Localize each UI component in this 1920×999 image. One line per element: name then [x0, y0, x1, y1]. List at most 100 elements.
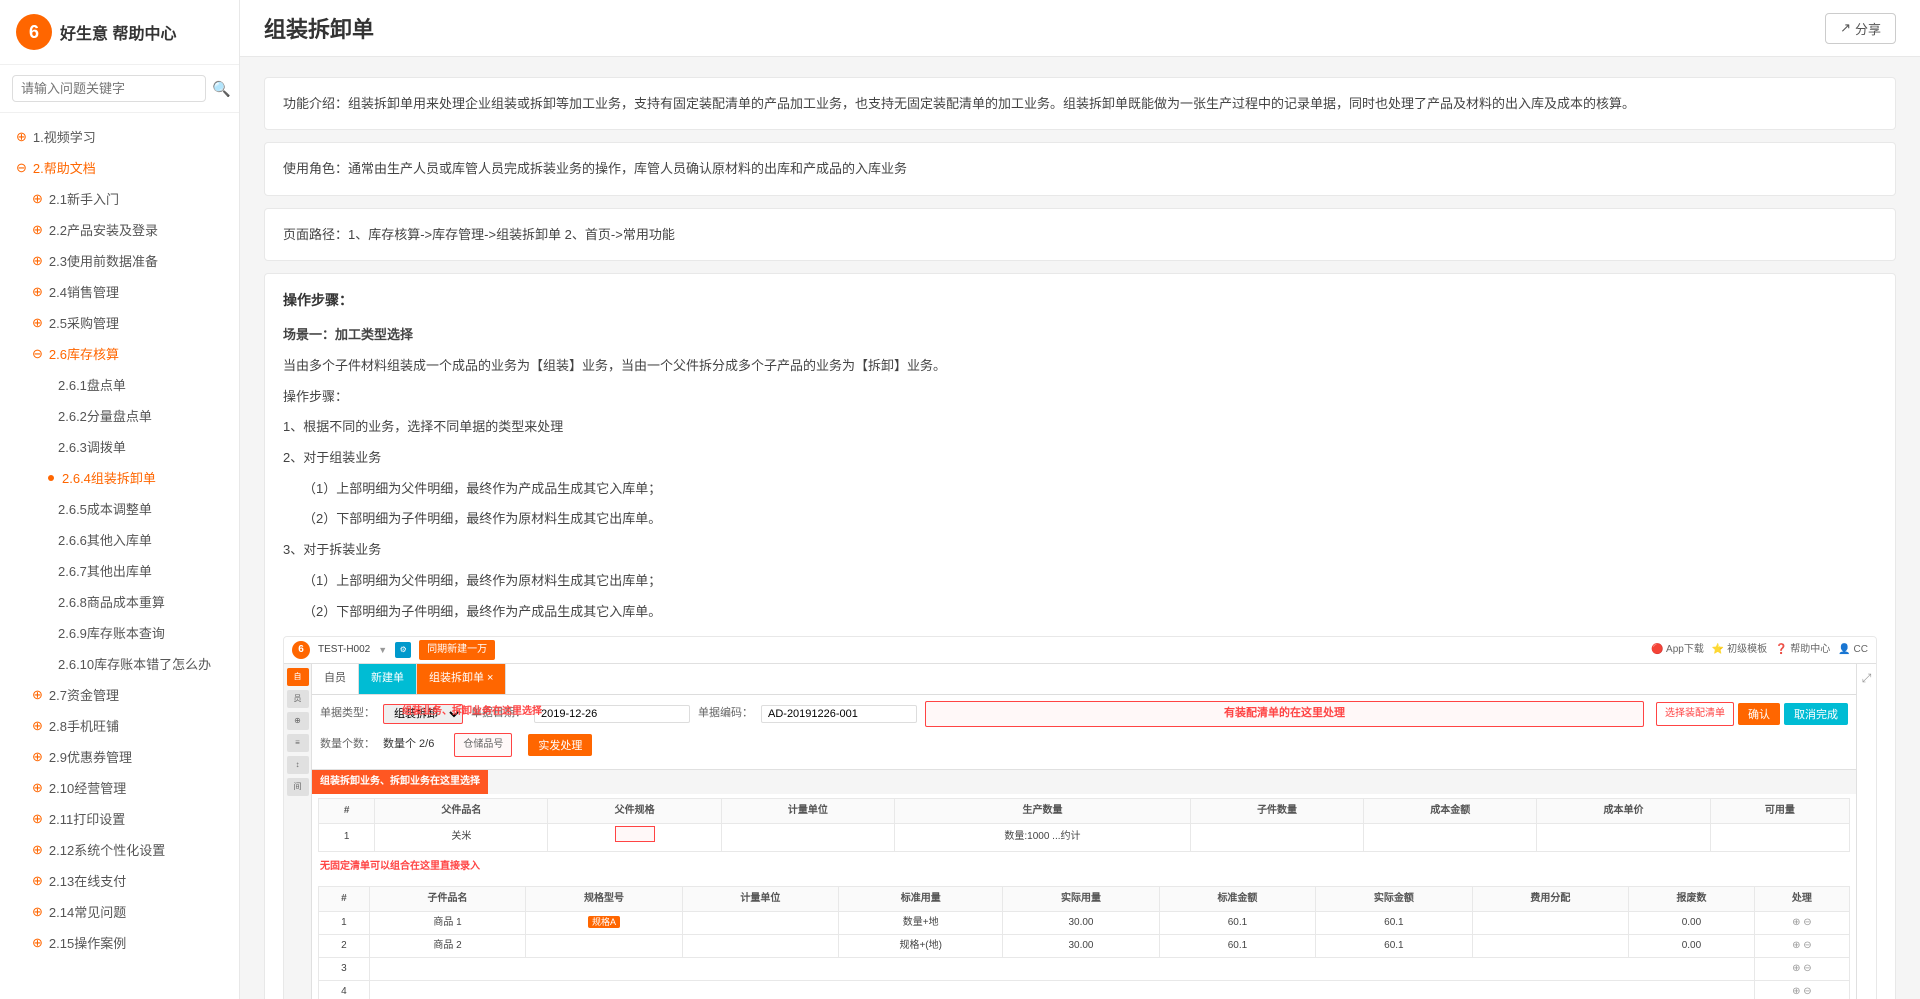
mock-th2-stdamt: 标准金额 — [1159, 886, 1315, 911]
mock-apply-btn[interactable]: 实发处理 — [528, 734, 592, 756]
sidebar-item-cost_adj[interactable]: 2.6.5成本调整单 — [0, 493, 239, 524]
mock-right-panel: ⤢ — [1856, 664, 1876, 999]
nav-minus-icon: ⊖ — [32, 346, 43, 362]
nav-label: 2.6.10库存账本错了怎么办 — [58, 654, 211, 673]
mock-row-ops4: ⊕ ⊖ — [1792, 986, 1812, 997]
mock-form-row2: 数量个数： 数量个 2/6 仓储品号 实发处理 — [320, 733, 1848, 757]
sidebar-item-adjustment[interactable]: 2.6.3调拨单 — [0, 431, 239, 462]
mock-form-area: 单据类型： 组装拆卸 单据日期： 单据编码： 有装配清单的在这里处理 — [312, 695, 1856, 770]
step1: 1、根据不同的业务，选择不同单据的类型来处理 — [283, 415, 1877, 440]
screenshot: 6 TEST-H002 ▼ ⚙ 同期新建一万 🔴 App下载 ⭐ 初级模板 ❓ … — [283, 636, 1877, 999]
mock-th2-act: 实际用量 — [1003, 886, 1159, 911]
mock-process-badge: 组装拆卸业务、拆卸业务在这里选择 — [312, 770, 488, 794]
nav-label: 2.6.1盘点单 — [58, 375, 126, 394]
search-input[interactable] — [12, 75, 206, 102]
mock-icon-2: 员 — [287, 690, 309, 708]
sidebar-item-other_out[interactable]: 2.6.7其他出库单 — [0, 555, 239, 586]
sidebar-item-print[interactable]: ⊕2.11打印设置 — [0, 803, 239, 834]
mock-th-sub: 子件数量 — [1190, 798, 1363, 823]
mock-wh-label: 仓储品号 — [463, 739, 503, 750]
mock-th-pspec: 父件规格 — [548, 798, 721, 823]
sidebar-item-mobile[interactable]: ⊕2.8手机旺铺 — [0, 710, 239, 741]
mock-type-label: 单据类型： — [320, 704, 375, 724]
sidebar-item-stock_error[interactable]: 2.6.10库存账本错了怎么办 — [0, 648, 239, 679]
sidebar-item-faq[interactable]: ⊕2.14常见问题 — [0, 896, 239, 927]
mock-tab-new[interactable]: 新建单 — [359, 664, 417, 694]
sidebar-item-other_in[interactable]: 2.6.6其他入库单 — [0, 524, 239, 555]
mock-th2-actamt: 实际金额 — [1316, 886, 1472, 911]
mock-confirm-btn[interactable]: 确认 — [1738, 703, 1780, 725]
step3-2: （2）下部明细为子件明细，最终作为产成品生成其它入库单。 — [283, 600, 1877, 625]
mock-new-btn[interactable]: 同期新建一万 — [419, 640, 495, 660]
sidebar-item-coupon[interactable]: ⊕2.9优惠券管理 — [0, 741, 239, 772]
steps-title: 操作步骤： — [283, 288, 1877, 313]
mock-code-input[interactable] — [761, 705, 917, 723]
nav-plus-icon: ⊕ — [32, 253, 43, 269]
search-icon[interactable]: 🔍 — [212, 80, 231, 98]
mock-user: 👤 CC — [1838, 641, 1868, 659]
mock-td-1: 1 — [319, 823, 375, 851]
mock-lower-table-area: # 子件品名 规格型号 计量单位 标准用量 实际用量 标准金额 实际金额 — [312, 878, 1856, 999]
nav-label: 2.帮助文档 — [33, 158, 96, 177]
nav-plus-icon: ⊕ — [32, 749, 43, 765]
mock-tab-home[interactable]: 自员 — [312, 664, 359, 694]
mock-row-ops3: ⊕ ⊖ — [1792, 963, 1812, 974]
mock-code-label: 单据编码： — [698, 704, 753, 724]
sidebar-item-system[interactable]: ⊕2.12系统个性化设置 — [0, 834, 239, 865]
mock-company: TEST-H002 — [318, 641, 370, 659]
mock-th2-num: # — [319, 886, 370, 911]
sidebar-item-sales[interactable]: ⊕2.4销售管理 — [0, 276, 239, 307]
mock-warehouse-box: 仓储品号 — [454, 733, 512, 757]
nav-plus-icon: ⊕ — [32, 191, 43, 207]
intro-text: 功能介绍：组装拆卸单用来处理企业组装或拆卸等加工业务，支持有固定装配清单的产品加… — [283, 96, 1635, 111]
sidebar-item-data[interactable]: ⊕2.3使用前数据准备 — [0, 245, 239, 276]
sidebar-item-split_stocktake[interactable]: 2.6.2分量盘点单 — [0, 400, 239, 431]
sidebar-item-finance[interactable]: ⊕2.7资金管理 — [0, 679, 239, 710]
mock-tab-assembly[interactable]: 组装拆卸单 × — [417, 664, 506, 694]
sidebar-item-goods_cost[interactable]: 2.6.8商品成本重算 — [0, 586, 239, 617]
nav-tree: ⊕1.视频学习⊖2.帮助文档⊕2.1新手入门⊕2.2产品安装及登录⊕2.3使用前… — [0, 113, 239, 999]
table-row: 4 ⊕ ⊖ — [319, 980, 1850, 999]
content-area: 功能介绍：组装拆卸单用来处理企业组装或拆卸等加工业务，支持有固定装配清单的产品加… — [240, 57, 1920, 999]
mock-cancel-btn[interactable]: 取消完成 — [1784, 703, 1848, 725]
sidebar: 6 好生意 帮助中心 🔍 ⊕1.视频学习⊖2.帮助文档⊕2.1新手入门⊕2.2产… — [0, 0, 240, 999]
sidebar-item-video[interactable]: ⊕1.视频学习 — [0, 121, 239, 152]
sidebar-item-cases[interactable]: ⊕2.15操作案例 — [0, 927, 239, 958]
nav-plus-icon: ⊕ — [32, 842, 43, 858]
role-text: 使用角色：通常由生产人员或库管人员完成拆装业务的操作，库管人员确认原材料的出库和… — [283, 161, 907, 176]
nav-dot-icon — [48, 475, 54, 481]
mock-topbar: 6 TEST-H002 ▼ ⚙ 同期新建一万 🔴 App下载 ⭐ 初级模板 ❓ … — [284, 637, 1876, 664]
mock-td-cost2 — [1364, 823, 1537, 851]
mock-date-input[interactable] — [534, 705, 690, 723]
mock-arrow: ▼ — [378, 642, 387, 658]
sidebar-item-assembly[interactable]: 2.6.4组装拆卸单 — [0, 462, 239, 493]
mock-main-area: 自员 新建单 组装拆卸单 × 单据类型： 组装拆卸 — [312, 664, 1856, 999]
sidebar-item-stock_query[interactable]: 2.6.9库存账本查询 — [0, 617, 239, 648]
nav-label: 2.6.7其他出库单 — [58, 561, 152, 580]
sidebar-item-stocktake[interactable]: 2.6.1盘点单 — [0, 369, 239, 400]
sidebar-item-newbie[interactable]: ⊕2.1新手入门 — [0, 183, 239, 214]
sidebar-item-ops[interactable]: ⊕2.10经营管理 — [0, 772, 239, 803]
sidebar-item-docs[interactable]: ⊖2.帮助文档 — [0, 152, 239, 183]
scene1-desc: 当由多个子件材料组装成一个成品的业务为【组装】业务，当由一个父件拆分成多个子产品… — [283, 354, 1877, 379]
role-box: 使用角色：通常由生产人员或库管人员完成拆装业务的操作，库管人员确认原材料的出库和… — [264, 142, 1896, 195]
step2-2: （2）下部明细为子件明细，最终作为原材料生成其它出库单。 — [283, 507, 1877, 532]
mock-th2-scrap: 报废数 — [1629, 886, 1755, 911]
nav-label: 1.视频学习 — [33, 127, 96, 146]
sidebar-item-inventory[interactable]: ⊖2.6库存核算 — [0, 338, 239, 369]
mock-expand-icon[interactable]: ⤢ — [1862, 668, 1872, 690]
sidebar-item-install[interactable]: ⊕2.2产品安装及登录 — [0, 214, 239, 245]
share-icon: ↗ — [1840, 20, 1851, 36]
mock-body-area: 自 员 ⊕ ≡ ↕ 间 自员 新建单 组装拆卸单 — [284, 664, 1876, 999]
sidebar-item-payment[interactable]: ⊕2.13在线支付 — [0, 865, 239, 896]
main-content: 组装拆卸单 ↗ 分享 功能介绍：组装拆卸单用来处理企业组装或拆卸等加工业务，支持… — [240, 0, 1920, 999]
search-area: 🔍 — [0, 65, 239, 113]
mock-bom-btn[interactable]: 选择装配清单 — [1656, 702, 1734, 726]
steps-label: 操作步骤： — [283, 385, 1877, 410]
mock-lower-table: # 子件品名 规格型号 计量单位 标准用量 实际用量 标准金额 实际金额 — [318, 886, 1850, 999]
sidebar-item-purchase[interactable]: ⊕2.5采购管理 — [0, 307, 239, 338]
mock-help: ❓ 帮助中心 — [1775, 641, 1830, 659]
share-button[interactable]: ↗ 分享 — [1825, 13, 1896, 44]
mock-td-spec — [548, 823, 721, 851]
mock-td-qty: 数量:1000 ...约计 — [894, 823, 1190, 851]
